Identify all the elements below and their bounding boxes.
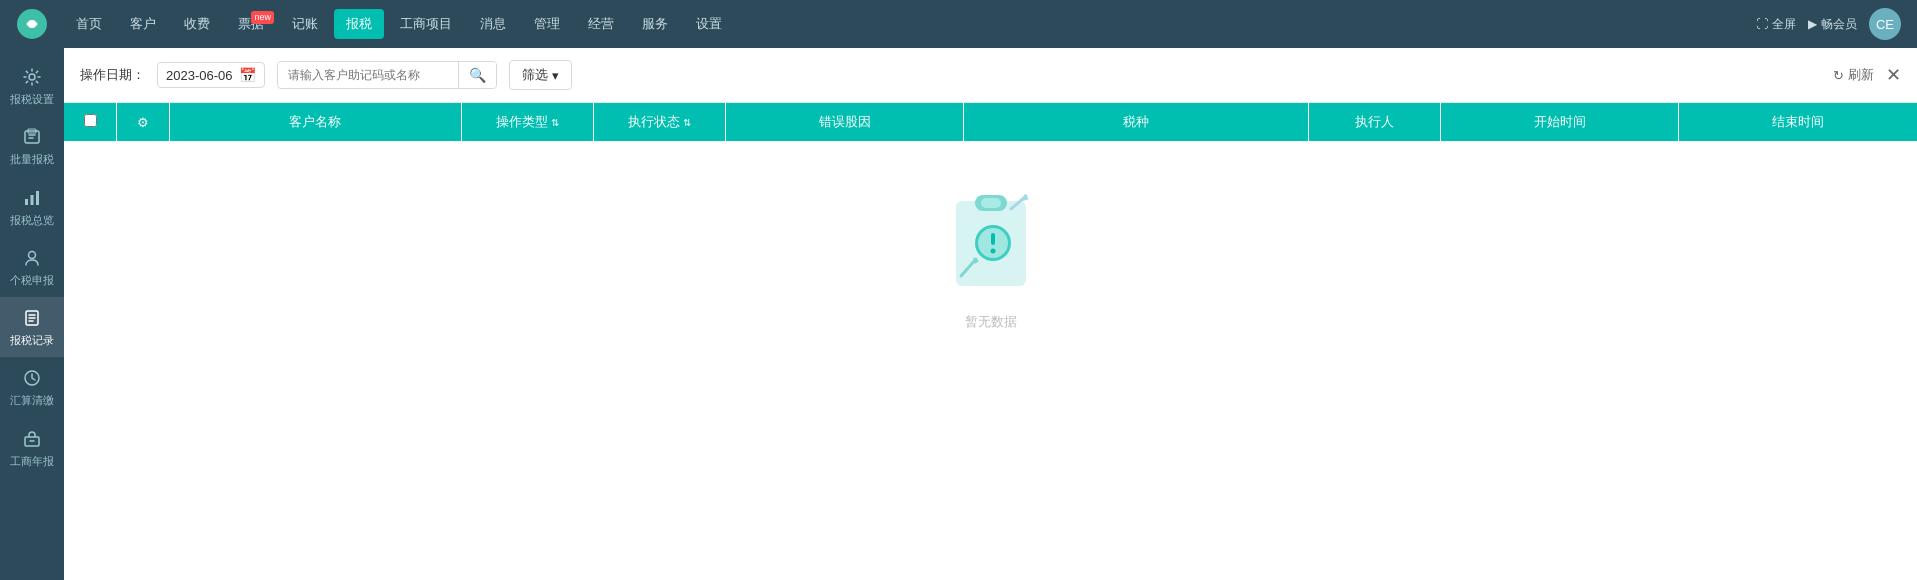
sidebar-item-label: 个税申报 [10, 273, 54, 287]
th-settings[interactable]: ⚙ [117, 103, 170, 141]
sidebar-item-label: 报税设置 [10, 92, 54, 106]
filter-button[interactable]: 筛选 ▾ [509, 60, 572, 90]
nav-items: 首页客户收费票据new记账报税工商项目消息管理经营服务设置 [64, 9, 1756, 39]
fullscreen-icon: ⛶ [1756, 17, 1768, 31]
sidebar-icon [21, 126, 43, 148]
sidebar-item-报税总览[interactable]: 报税总览 [0, 177, 64, 237]
sidebar-icon [21, 367, 43, 389]
date-picker[interactable]: 2023-06-06 📅 [157, 62, 265, 88]
nav-item-记账[interactable]: 记账 [280, 9, 330, 39]
sidebar-item-汇算清缴[interactable]: 汇算清缴 [0, 357, 64, 417]
toolbar-right: ↻ 刷新 ✕ [1833, 66, 1901, 84]
nav-item-服务[interactable]: 服务 [630, 9, 680, 39]
nav-item-工商项目[interactable]: 工商项目 [388, 9, 464, 39]
th-op-type[interactable]: 操作类型⇅ [461, 103, 593, 141]
refresh-label: 刷新 [1848, 66, 1874, 84]
th-error: 错误股因 [726, 103, 964, 141]
toolbar: 操作日期： 2023-06-06 📅 🔍 筛选 ▾ ↻ 刷新 ✕ [64, 48, 1917, 103]
sidebar-icon [21, 66, 43, 88]
fullscreen-btn[interactable]: ⛶ 全屏 [1756, 16, 1796, 33]
svg-point-8 [29, 251, 36, 258]
sort-icon-status: ⇅ [683, 117, 691, 128]
nav-item-经营[interactable]: 经营 [576, 9, 626, 39]
svg-point-19 [990, 249, 995, 254]
empty-text: 暂无数据 [965, 313, 1017, 331]
th-end-time: 结束时间 [1679, 103, 1917, 141]
sidebar-icon [21, 247, 43, 269]
filter-label: 筛选 [522, 66, 548, 84]
svg-rect-7 [36, 191, 39, 205]
search-button[interactable]: 🔍 [458, 62, 496, 88]
svg-rect-18 [991, 233, 995, 245]
sort-icon-optype: ⇅ [551, 117, 559, 128]
sidebar-icon [21, 307, 43, 329]
chevron-down-icon: ▾ [552, 68, 559, 83]
records-table: ⚙ 客户名称 操作类型⇅ 执行状态⇅ 错误股因 税种 执行人 开始时间 结束时间 [64, 103, 1917, 141]
main-layout: 报税设置批量报税报税总览个税申报报税记录汇算清缴工商年报 操作日期： 2023-… [0, 48, 1917, 580]
th-checkbox[interactable] [64, 103, 117, 141]
empty-icon [931, 181, 1051, 301]
avatar[interactable]: CE [1869, 8, 1901, 40]
sidebar-item-label: 汇算清缴 [10, 393, 54, 407]
th-status[interactable]: 执行状态⇅ [593, 103, 725, 141]
sidebar-icon [21, 428, 43, 450]
nav-item-管理[interactable]: 管理 [522, 9, 572, 39]
sidebar-item-label: 报税总览 [10, 213, 54, 227]
date-label: 操作日期： [80, 66, 145, 84]
sidebar-item-label: 批量报税 [10, 152, 54, 166]
nav-item-客户[interactable]: 客户 [118, 9, 168, 39]
nav-item-设置[interactable]: 设置 [684, 9, 734, 39]
video-icon: ▶ [1808, 17, 1817, 31]
nav-item-报税[interactable]: 报税 [334, 9, 384, 39]
member-btn[interactable]: ▶ 畅会员 [1808, 16, 1857, 33]
content-area: 操作日期： 2023-06-06 📅 🔍 筛选 ▾ ↻ 刷新 ✕ [64, 48, 1917, 580]
sidebar-item-批量报税[interactable]: 批量报税 [0, 116, 64, 176]
nav-item-票据[interactable]: 票据new [226, 9, 276, 39]
search-box: 🔍 [277, 61, 497, 89]
th-start-time: 开始时间 [1440, 103, 1678, 141]
empty-state: 暂无数据 [64, 141, 1917, 351]
date-value: 2023-06-06 [166, 68, 233, 83]
select-all-checkbox[interactable] [84, 114, 97, 127]
sidebar-item-label: 工商年报 [10, 454, 54, 468]
svg-rect-6 [31, 195, 34, 205]
sidebar-icon [21, 187, 43, 209]
th-executor: 执行人 [1308, 103, 1440, 141]
th-tax: 税种 [964, 103, 1308, 141]
sidebar-item-label: 报税记录 [10, 333, 54, 347]
th-client-name: 客户名称 [170, 103, 461, 141]
close-button[interactable]: ✕ [1886, 66, 1901, 84]
nav-item-首页[interactable]: 首页 [64, 9, 114, 39]
nav-badge: new [251, 11, 274, 24]
nav-item-收费[interactable]: 收费 [172, 9, 222, 39]
calendar-icon: 📅 [239, 67, 256, 83]
svg-rect-15 [981, 198, 1001, 208]
sidebar-item-工商年报[interactable]: 工商年报 [0, 418, 64, 478]
logo[interactable] [16, 8, 48, 40]
top-nav: 首页客户收费票据new记账报税工商项目消息管理经营服务设置 ⛶ 全屏 ▶ 畅会员… [0, 0, 1917, 48]
refresh-icon: ↻ [1833, 68, 1844, 83]
search-input[interactable] [278, 63, 458, 87]
sidebar-item-报税记录[interactable]: 报税记录 [0, 297, 64, 357]
svg-rect-5 [25, 199, 28, 205]
table-container: ⚙ 客户名称 操作类型⇅ 执行状态⇅ 错误股因 税种 执行人 开始时间 结束时间 [64, 103, 1917, 580]
nav-right: ⛶ 全屏 ▶ 畅会员 CE [1756, 8, 1901, 40]
sidebar-item-报税设置[interactable]: 报税设置 [0, 56, 64, 116]
sidebar: 报税设置批量报税报税总览个税申报报税记录汇算清缴工商年报 [0, 48, 64, 580]
sidebar-item-个税申报[interactable]: 个税申报 [0, 237, 64, 297]
nav-item-消息[interactable]: 消息 [468, 9, 518, 39]
svg-point-1 [28, 20, 36, 28]
table-header-row: ⚙ 客户名称 操作类型⇅ 执行状态⇅ 错误股因 税种 执行人 开始时间 结束时间 [64, 103, 1917, 141]
svg-point-2 [29, 74, 35, 80]
refresh-button[interactable]: ↻ 刷新 [1833, 66, 1874, 84]
